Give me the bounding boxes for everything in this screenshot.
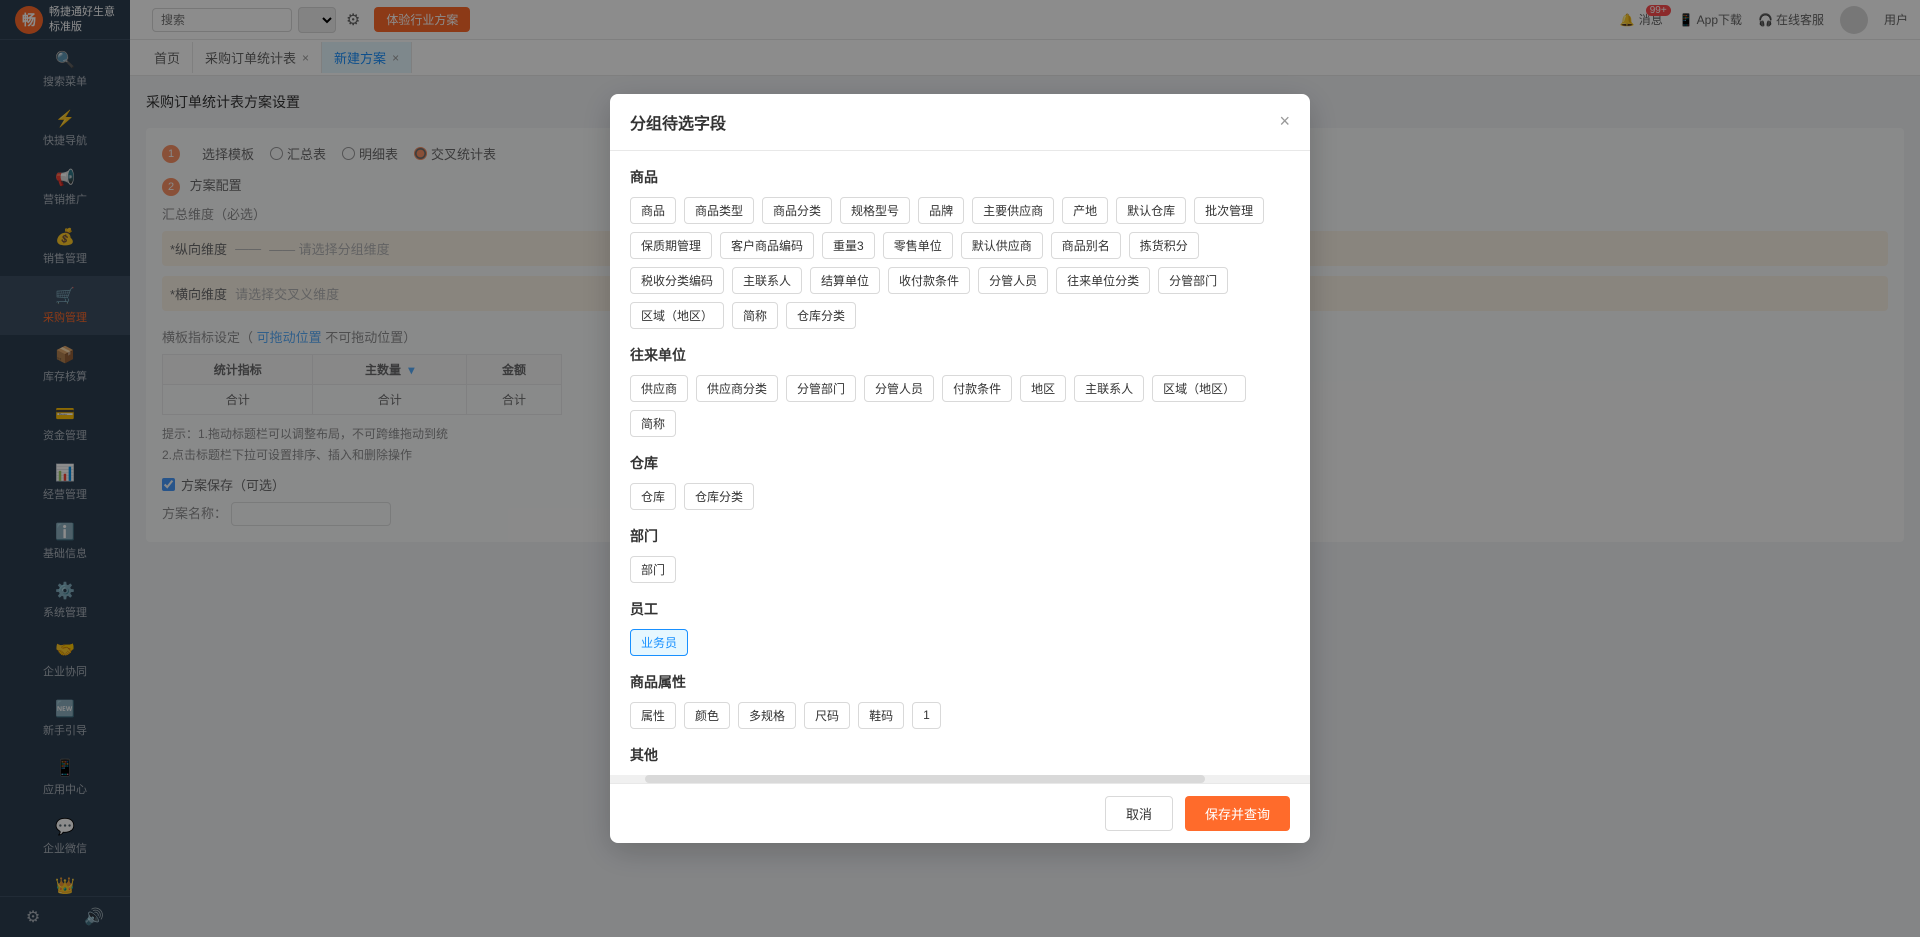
tag-1-8[interactable]: 简称: [630, 410, 676, 437]
modal-horizontal-scrollbar[interactable]: [610, 775, 1310, 783]
tag-grid-5: 属性颜色多规格尺码鞋码 1: [630, 702, 1290, 729]
modal-header: 分组待选字段 ×: [610, 94, 1310, 151]
tag-0-2[interactable]: 商品分类: [762, 197, 832, 224]
tag-0-19[interactable]: 收付款条件: [888, 267, 970, 294]
tag-1-0[interactable]: 供应商: [630, 375, 688, 402]
cancel-button[interactable]: 取消: [1105, 796, 1173, 831]
section-title-0: 商品: [630, 167, 1290, 187]
tag-0-25[interactable]: 仓库分类: [786, 302, 856, 329]
tag-0-12[interactable]: 零售单位: [883, 232, 953, 259]
tag-5-2[interactable]: 多规格: [738, 702, 796, 729]
tag-grid-3: 部门: [630, 556, 1290, 583]
tag-0-3[interactable]: 规格型号: [840, 197, 910, 224]
tag-0-16[interactable]: 税收分类编码: [630, 267, 724, 294]
tag-0-5[interactable]: 主要供应商: [972, 197, 1054, 224]
tag-5-5[interactable]: 1: [912, 702, 941, 729]
modal-title: 分组待选字段: [630, 110, 726, 134]
tag-1-6[interactable]: 主联系人: [1074, 375, 1144, 402]
tag-0-13[interactable]: 默认供应商: [961, 232, 1043, 259]
section-title-2: 仓库: [630, 453, 1290, 473]
section-title-3: 部门: [630, 526, 1290, 546]
tag-0-14[interactable]: 商品别名: [1051, 232, 1121, 259]
tag-0-23[interactable]: 区域（地区）: [630, 302, 724, 329]
tag-4-0[interactable]: 业务员: [630, 629, 688, 656]
save-query-button[interactable]: 保存并查询: [1185, 796, 1290, 831]
tag-0-6[interactable]: 产地: [1062, 197, 1108, 224]
tag-grid-4: 业务员: [630, 629, 1290, 656]
section-title-5: 商品属性: [630, 672, 1290, 692]
tag-grid-2: 仓库仓库分类: [630, 483, 1290, 510]
tag-1-3[interactable]: 分管人员: [864, 375, 934, 402]
tag-0-21[interactable]: 往来单位分类: [1056, 267, 1150, 294]
tag-0-7[interactable]: 默认仓库: [1116, 197, 1186, 224]
tag-grid-0: 商品商品类型商品分类规格型号品牌主要供应商产地默认仓库批次管理保质期管理客户商品…: [630, 197, 1290, 329]
modal-body: 商品商品商品类型商品分类规格型号品牌主要供应商产地默认仓库批次管理保质期管理客户…: [610, 151, 1310, 776]
tag-3-0[interactable]: 部门: [630, 556, 676, 583]
section-title-6: 其他: [630, 745, 1290, 765]
modal-footer: 取消 保存并查询: [610, 783, 1310, 843]
tag-0-24[interactable]: 简称: [732, 302, 778, 329]
tag-1-1[interactable]: 供应商分类: [696, 375, 778, 402]
tag-0-22[interactable]: 分管部门: [1158, 267, 1228, 294]
tag-0-10[interactable]: 客户商品编码: [720, 232, 814, 259]
tag-0-9[interactable]: 保质期管理: [630, 232, 712, 259]
tag-grid-1: 供应商供应商分类分管部门分管人员付款条件地区主联系人区域（地区） 简称: [630, 375, 1290, 437]
tag-2-1[interactable]: 仓库分类: [684, 483, 754, 510]
tag-0-20[interactable]: 分管人员: [978, 267, 1048, 294]
tag-0-11[interactable]: 重量3: [822, 232, 875, 259]
modal-close-button[interactable]: ×: [1279, 111, 1290, 132]
tag-5-0[interactable]: 属性: [630, 702, 676, 729]
tag-1-2[interactable]: 分管部门: [786, 375, 856, 402]
tag-0-4[interactable]: 品牌: [918, 197, 964, 224]
tag-1-7[interactable]: 区域（地区）: [1152, 375, 1246, 402]
modal-scroll-thumb: [645, 775, 1205, 783]
tag-0-15[interactable]: 拣货积分: [1129, 232, 1199, 259]
section-title-4: 员工: [630, 599, 1290, 619]
tag-0-1[interactable]: 商品类型: [684, 197, 754, 224]
tag-0-17[interactable]: 主联系人: [732, 267, 802, 294]
tag-5-4[interactable]: 鞋码: [858, 702, 904, 729]
tag-0-8[interactable]: 批次管理: [1194, 197, 1264, 224]
tag-5-1[interactable]: 颜色: [684, 702, 730, 729]
tag-5-3[interactable]: 尺码: [804, 702, 850, 729]
tag-1-5[interactable]: 地区: [1020, 375, 1066, 402]
tag-0-0[interactable]: 商品: [630, 197, 676, 224]
modal-overlay: 分组待选字段 × 商品商品商品类型商品分类规格型号品牌主要供应商产地默认仓库批次…: [0, 0, 1920, 937]
tag-2-0[interactable]: 仓库: [630, 483, 676, 510]
tag-1-4[interactable]: 付款条件: [942, 375, 1012, 402]
tag-0-18[interactable]: 结算单位: [810, 267, 880, 294]
section-title-1: 往来单位: [630, 345, 1290, 365]
modal-dialog: 分组待选字段 × 商品商品商品类型商品分类规格型号品牌主要供应商产地默认仓库批次…: [610, 94, 1310, 844]
